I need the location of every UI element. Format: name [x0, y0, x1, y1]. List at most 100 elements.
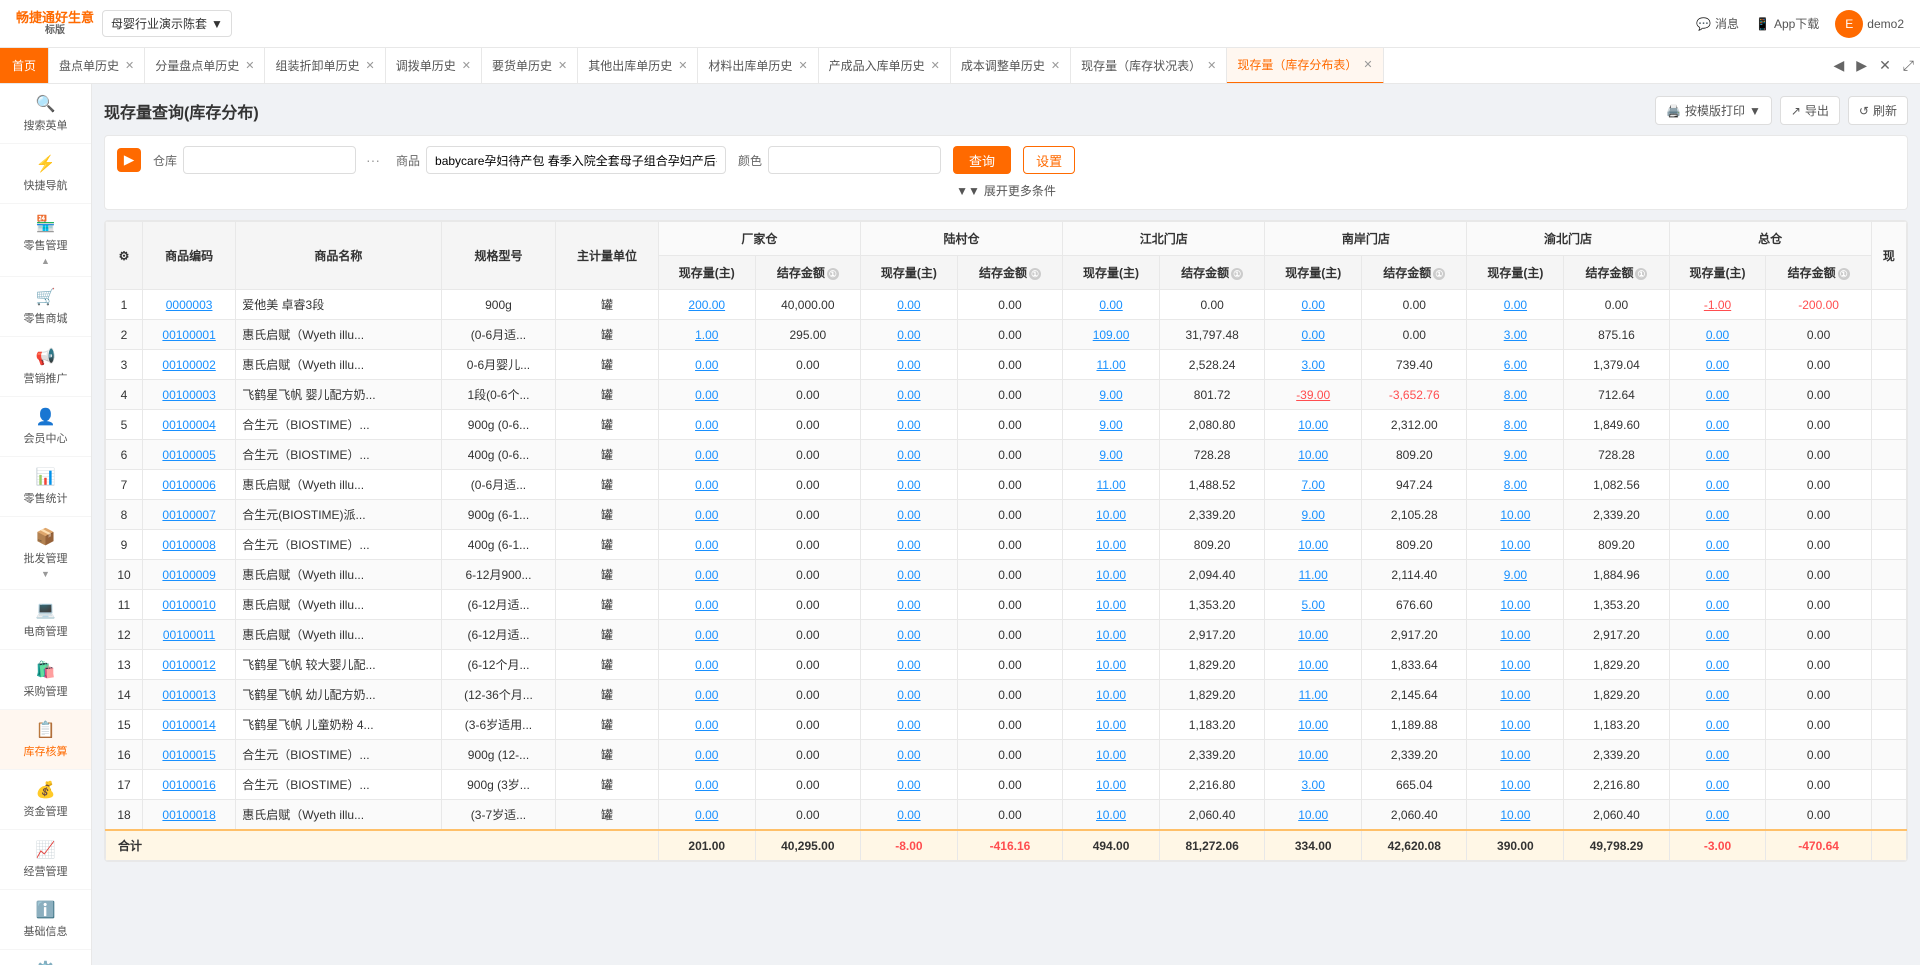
col-nanan: 南岸门店 [1265, 222, 1467, 256]
tab-8[interactable]: 产成品入库单历史 ✕ [819, 48, 951, 84]
col-current-extra: 现 [1871, 222, 1906, 290]
table-row: 15 00100014 飞鹤星飞帆 儿童奶粉 4... (3-6岁适用... 罐… [106, 710, 1907, 740]
sidebar-item-retail-stats[interactable]: 📊 零售统计 [0, 457, 91, 517]
avatar: E [1835, 10, 1863, 38]
filter-expand-btn[interactable]: ▶ [117, 148, 141, 172]
nanan-info-icon[interactable]: ① [1433, 268, 1445, 280]
sidebar-item-system[interactable]: ⚙️ 系统管理 [0, 950, 91, 965]
col-code: 商品编码 [143, 222, 236, 290]
changjia-info-icon[interactable]: ① [827, 268, 839, 280]
sidebar-item-basics[interactable]: ℹ️ 基础信息 [0, 890, 91, 950]
table-row: 6 00100005 合生元（BIOSTIME）... 400g (0-6...… [106, 440, 1907, 470]
message-btn[interactable]: 💬 消息 [1696, 15, 1739, 32]
system-icon: ⚙️ [36, 960, 56, 965]
sidebar-item-retail-mgmt[interactable]: 🏪 零售管理 ▲ [0, 204, 91, 277]
basics-icon: ℹ️ [36, 900, 56, 920]
close-tab-10-icon[interactable]: ✕ [1207, 59, 1216, 72]
sidebar-item-member[interactable]: 👤 会员中心 [0, 397, 91, 457]
sidebar-item-marketing[interactable]: 📢 营销推广 [0, 337, 91, 397]
sidebar-item-retail-mall[interactable]: 🛒 零售商城 [0, 277, 91, 337]
tab-home[interactable]: 首页 [0, 48, 49, 84]
app-icon: 📱 [1755, 17, 1770, 31]
page-actions: 🖨️ 按模版打印 ▼ ↗ 导出 ↺ 刷新 [1655, 96, 1908, 125]
warehouse-ellipsis-btn[interactable]: ··· [362, 152, 384, 168]
tab-4[interactable]: 调拨单历史 ✕ [386, 48, 482, 84]
sidebar-item-purchase[interactable]: 🛍️ 采购管理 [0, 650, 91, 710]
tab-9[interactable]: 成本调整单历史 ✕ [951, 48, 1071, 84]
close-tab-6-icon[interactable]: ✕ [678, 59, 687, 72]
warehouse-input[interactable] [183, 146, 356, 174]
expand-more-row[interactable]: ▼▼ 展开更多条件 [117, 182, 1895, 199]
tab-3[interactable]: 组装折卸单历史 ✕ [265, 48, 385, 84]
close-tab-4-icon[interactable]: ✕ [462, 59, 471, 72]
search-btn[interactable]: 查询 [953, 146, 1011, 174]
close-tab-1-icon[interactable]: ✕ [125, 59, 134, 72]
tab-5[interactable]: 要货单历史 ✕ [482, 48, 578, 84]
lucun-info-icon[interactable]: ① [1029, 268, 1041, 280]
table-row: 2 00100001 惠氏启赋（Wyeth illu... (0-6月适... … [106, 320, 1907, 350]
dropdown-arrow-icon: ▼ [1749, 104, 1761, 118]
col-changjia-balance: 结存金额① [755, 256, 860, 290]
tabs-bar: 首页 盘点单历史 ✕ 分量盘点单历史 ✕ 组装折卸单历史 ✕ 调拨单历史 ✕ 要… [0, 48, 1920, 84]
sidebar-item-operations[interactable]: 📈 经营管理 [0, 830, 91, 890]
retail-mgmt-icon: 🏪 [36, 214, 56, 234]
close-tab-3-icon[interactable]: ✕ [366, 59, 375, 72]
table-row: 9 00100008 合生元（BIOSTIME）... 400g (6-1...… [106, 530, 1907, 560]
app-download-btn[interactable]: 📱 App下载 [1755, 15, 1819, 32]
close-tab-7-icon[interactable]: ✕ [798, 59, 807, 72]
tab-7[interactable]: 材料出库单历史 ✕ [698, 48, 818, 84]
tab-11[interactable]: 现存量（库存分布表） ✕ [1227, 48, 1383, 84]
company-selector[interactable]: 母婴行业演示陈套 ▼ [102, 10, 232, 37]
filter-row: ▶ 仓库 ··· 商品 颜色 查询 设置 [117, 146, 1895, 174]
refresh-icon: ↺ [1859, 104, 1869, 118]
col-lucun: 陆村仓 [860, 222, 1062, 256]
finance-icon: 💰 [36, 780, 56, 800]
col-unit: 主计量单位 [556, 222, 659, 290]
close-tab-8-icon[interactable]: ✕ [931, 59, 940, 72]
summary-row: 合计 201.00 40,295.00 -8.00 -416.16 494.00… [106, 830, 1907, 861]
retail-mall-icon: 🛒 [36, 287, 56, 307]
col-jiangbei-current: 现存量(主) [1063, 256, 1160, 290]
member-icon: 👤 [36, 407, 56, 427]
export-icon: ↗ [1791, 104, 1801, 118]
product-input[interactable] [426, 146, 726, 174]
close-tab-11-icon[interactable]: ✕ [1363, 58, 1372, 71]
chevron-up-icon: ▲ [41, 256, 50, 266]
col-jiangbei-balance: 结存金额① [1159, 256, 1264, 290]
tab-prev-icon[interactable]: ◀ [1828, 57, 1851, 74]
color-input[interactable] [768, 146, 941, 174]
col-lucun-balance: 结存金额① [957, 256, 1062, 290]
tab-10[interactable]: 现存量（库存状况表） ✕ [1071, 48, 1227, 84]
logo: 畅捷通好生意 标版 [16, 10, 94, 38]
print-btn[interactable]: 🖨️ 按模版打印 ▼ [1655, 96, 1772, 125]
refresh-btn[interactable]: ↺ 刷新 [1848, 96, 1908, 125]
yubei-info-icon[interactable]: ① [1635, 268, 1647, 280]
close-tab-2-icon[interactable]: ✕ [245, 59, 254, 72]
close-tab-9-icon[interactable]: ✕ [1051, 59, 1060, 72]
settings-btn[interactable]: 设置 [1023, 146, 1075, 174]
sidebar-item-finance[interactable]: 💰 资金管理 [0, 770, 91, 830]
jiangbei-info-icon[interactable]: ① [1231, 268, 1243, 280]
export-btn[interactable]: ↗ 导出 [1780, 96, 1840, 125]
message-icon: 💬 [1696, 17, 1711, 31]
table-row: 10 00100009 惠氏启赋（Wyeth illu... 6-12月900.… [106, 560, 1907, 590]
tab-next-icon[interactable]: ▶ [1850, 57, 1873, 74]
table-row: 7 00100006 惠氏启赋（Wyeth illu... (0-6月适... … [106, 470, 1907, 500]
tab-1[interactable]: 盘点单历史 ✕ [49, 48, 145, 84]
col-gear-icon[interactable]: ⚙ [106, 222, 143, 290]
tab-close-all-icon[interactable]: ✕ [1873, 57, 1897, 74]
sidebar-item-search[interactable]: 🔍 搜索英单 [0, 84, 91, 144]
table-row: 12 00100011 惠氏启赋（Wyeth illu... (6-12月适..… [106, 620, 1907, 650]
tab-expand-icon[interactable]: ⤢ [1897, 57, 1920, 74]
main-content: 现存量查询(库存分布) 🖨️ 按模版打印 ▼ ↗ 导出 ↺ 刷新 ▶ 仓库 [92, 84, 1920, 965]
tab-2[interactable]: 分量盘点单历史 ✕ [145, 48, 265, 84]
topbar-right: 💬 消息 📱 App下载 E demo2 [1696, 10, 1904, 38]
user-menu[interactable]: E demo2 [1835, 10, 1904, 38]
sidebar-item-ecommerce[interactable]: 💻 电商管理 [0, 590, 91, 650]
sidebar-item-inventory[interactable]: 📋 库存核算 [0, 710, 91, 770]
tab-6[interactable]: 其他出库单历史 ✕ [578, 48, 698, 84]
sidebar-item-wholesale[interactable]: 📦 批发管理 ▼ [0, 517, 91, 590]
total-info-icon[interactable]: ① [1838, 268, 1850, 280]
close-tab-5-icon[interactable]: ✕ [558, 59, 567, 72]
sidebar-item-quicknav[interactable]: ⚡ 快捷导航 [0, 144, 91, 204]
